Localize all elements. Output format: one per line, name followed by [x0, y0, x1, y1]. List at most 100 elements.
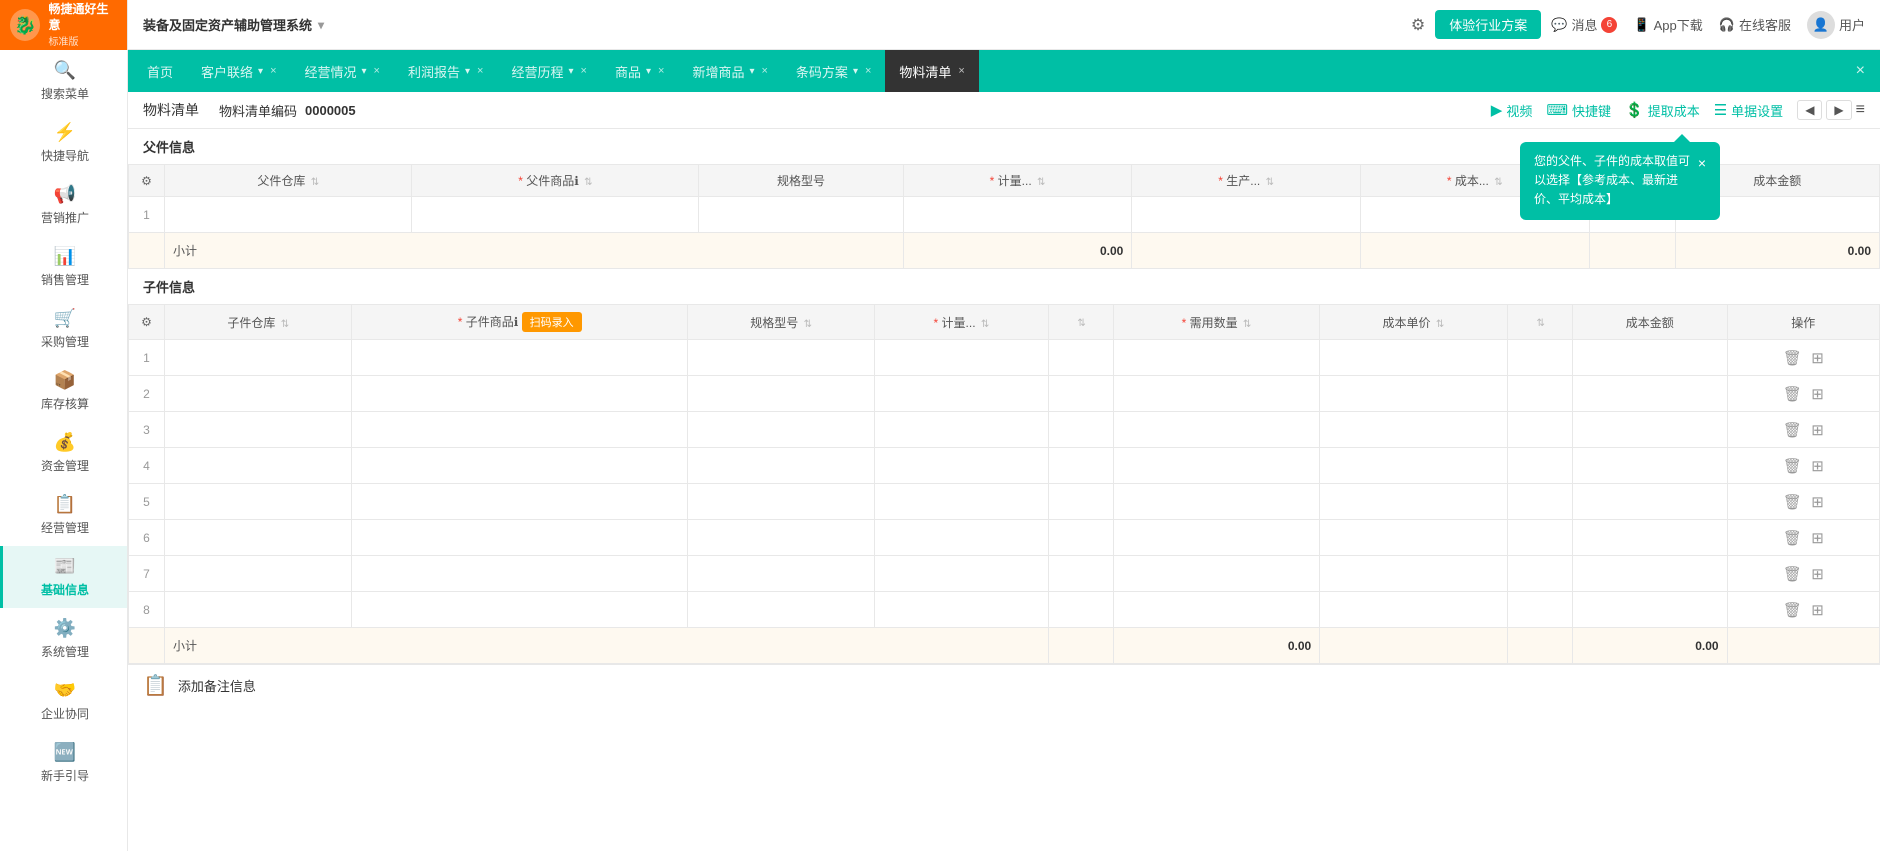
child-warehouse-5[interactable] — [165, 484, 352, 520]
child-warehouse-8[interactable] — [165, 592, 352, 628]
sidebar-item-资金管理[interactable]: 💰资金管理 — [0, 422, 127, 484]
tab-close-条码方案[interactable]: × — [865, 65, 871, 77]
delete-btn-8[interactable]: 🗑 — [1780, 599, 1805, 621]
tab-close-利润报告[interactable]: × — [477, 65, 483, 77]
parent-unit-cell[interactable] — [903, 197, 1132, 233]
parent-produce-cell[interactable] — [1132, 197, 1361, 233]
sidebar-item-采购管理[interactable]: 🛒采购管理 — [0, 298, 127, 360]
sub-header-提取成本-btn[interactable]: 💲提取成本 — [1625, 101, 1700, 120]
child-warehouse-6[interactable] — [165, 520, 352, 556]
parent-col-gear[interactable]: ⚙ — [129, 165, 165, 197]
sidebar-item-营销推广[interactable]: 📢营销推广 — [0, 174, 127, 236]
delete-btn-3[interactable]: 🗑 — [1780, 419, 1805, 441]
sidebar-item-销售管理[interactable]: 📊销售管理 — [0, 236, 127, 298]
child-product-5[interactable] — [352, 484, 687, 520]
nav-tab-新增商品[interactable]: 新增商品▾× — [678, 50, 781, 92]
nav-tab-经营历程[interactable]: 经营历程▾× — [497, 50, 600, 92]
child-qty-1[interactable] — [1113, 340, 1319, 376]
next-page-btn[interactable]: ▶ — [1826, 100, 1851, 120]
child-qty-7[interactable] — [1113, 556, 1319, 592]
parent-warehouse-cell[interactable] — [165, 197, 412, 233]
sub-header-快捷键-btn[interactable]: ⌨快捷键 — [1546, 101, 1611, 120]
copy-btn-7[interactable]: ⊞ — [1808, 563, 1827, 585]
delete-btn-5[interactable]: 🗑 — [1780, 491, 1805, 513]
nav-tab-首页[interactable]: 首页 — [133, 50, 187, 92]
prev-page-btn[interactable]: ◀ — [1797, 100, 1822, 120]
tab-close-物料清单[interactable]: × — [958, 65, 964, 77]
child-warehouse-3[interactable] — [165, 412, 352, 448]
child-unit-5[interactable] — [875, 484, 1048, 520]
child-warehouse-4[interactable] — [165, 448, 352, 484]
nav-tab-客户联络[interactable]: 客户联络▾× — [187, 50, 290, 92]
message-btn[interactable]: 💬 消息 6 — [1551, 15, 1617, 34]
copy-btn-8[interactable]: ⊞ — [1808, 599, 1827, 621]
sort-icon3[interactable]: ⇅ — [1037, 177, 1045, 188]
child-unit-4[interactable] — [875, 448, 1048, 484]
delete-btn-7[interactable]: 🗑 — [1780, 563, 1805, 585]
child-unit-1[interactable] — [875, 340, 1048, 376]
sidebar-item-搜索菜单[interactable]: 🔍搜索菜单 — [0, 50, 127, 112]
child-qty-5[interactable] — [1113, 484, 1319, 520]
child-qty-6[interactable] — [1113, 520, 1319, 556]
tab-close-客户联络[interactable]: × — [270, 65, 276, 77]
child-unit-cost-1[interactable] — [1320, 340, 1507, 376]
sort-icon2[interactable]: ⇅ — [584, 177, 592, 188]
child-qty-4[interactable] — [1113, 448, 1319, 484]
child-product-1[interactable] — [352, 340, 687, 376]
grid-view-icon[interactable]: ≡ — [1856, 101, 1865, 119]
close-current-tab-btn[interactable]: × — [1846, 62, 1875, 80]
child-unit-cost-2[interactable] — [1320, 376, 1507, 412]
copy-btn-2[interactable]: ⊞ — [1808, 383, 1827, 405]
tab-close-经营情况[interactable]: × — [374, 65, 380, 77]
child-product-8[interactable] — [352, 592, 687, 628]
child-qty-2[interactable] — [1113, 376, 1319, 412]
child-warehouse-2[interactable] — [165, 376, 352, 412]
child-unit-7[interactable] — [875, 556, 1048, 592]
copy-btn-6[interactable]: ⊞ — [1808, 527, 1827, 549]
sidebar-item-经营管理[interactable]: 📋经营管理 — [0, 484, 127, 546]
child-spec-4[interactable] — [687, 448, 874, 484]
scan-btn[interactable]: 扫码录入 — [522, 312, 582, 332]
parent-product-cell[interactable] — [412, 197, 699, 233]
nav-tab-经营情况[interactable]: 经营情况▾× — [291, 50, 394, 92]
nav-tab-物料清单[interactable]: 物料清单× — [885, 50, 978, 92]
child-unit-cost-5[interactable] — [1320, 484, 1507, 520]
copy-btn-4[interactable]: ⊞ — [1808, 455, 1827, 477]
child-product-7[interactable] — [352, 556, 687, 592]
sort-icon5[interactable]: ⇅ — [1494, 177, 1502, 188]
sidebar-item-基础信息[interactable]: 📰基础信息 — [0, 546, 127, 608]
child-spec-6[interactable] — [687, 520, 874, 556]
nav-tab-商品[interactable]: 商品▾× — [601, 50, 678, 92]
tab-close-经营历程[interactable]: × — [581, 65, 587, 77]
online-service-btn[interactable]: 🎧 在线客服 — [1719, 15, 1791, 34]
tooltip-close-btn[interactable]: × — [1698, 152, 1706, 174]
child-spec-7[interactable] — [687, 556, 874, 592]
child-warehouse-7[interactable] — [165, 556, 352, 592]
child-unit-8[interactable] — [875, 592, 1048, 628]
delete-btn-2[interactable]: 🗑 — [1780, 383, 1805, 405]
sidebar-item-企业协同[interactable]: 🤝企业协同 — [0, 670, 127, 732]
sub-header-视频-btn[interactable]: ▶视频 — [1491, 101, 1533, 120]
settings-icon[interactable]: ⚙ — [1411, 15, 1425, 35]
tab-close-商品[interactable]: × — [658, 65, 664, 77]
child-unit-2[interactable] — [875, 376, 1048, 412]
sidebar-item-库存核算[interactable]: 📦库存核算 — [0, 360, 127, 422]
child-product-4[interactable] — [352, 448, 687, 484]
child-spec-1[interactable] — [687, 340, 874, 376]
parent-spec-cell[interactable] — [699, 197, 903, 233]
sidebar-item-快捷导航[interactable]: ⚡快捷导航 — [0, 112, 127, 174]
child-spec-8[interactable] — [687, 592, 874, 628]
nav-tab-条码方案[interactable]: 条码方案▾× — [782, 50, 885, 92]
child-product-6[interactable] — [352, 520, 687, 556]
sort-icon4[interactable]: ⇅ — [1266, 177, 1274, 188]
child-qty-8[interactable] — [1113, 592, 1319, 628]
child-product-2[interactable] — [352, 376, 687, 412]
child-qty-3[interactable] — [1113, 412, 1319, 448]
app-download-btn[interactable]: 📱 App下载 — [1633, 15, 1702, 34]
delete-btn-4[interactable]: 🗑 — [1780, 455, 1805, 477]
copy-btn-3[interactable]: ⊞ — [1808, 419, 1827, 441]
user-btn[interactable]: 👤 用户 — [1807, 11, 1865, 39]
delete-btn-1[interactable]: 🗑 — [1780, 347, 1805, 369]
note-text[interactable]: 添加备注信息 — [178, 676, 256, 695]
tab-close-新增商品[interactable]: × — [761, 65, 767, 77]
